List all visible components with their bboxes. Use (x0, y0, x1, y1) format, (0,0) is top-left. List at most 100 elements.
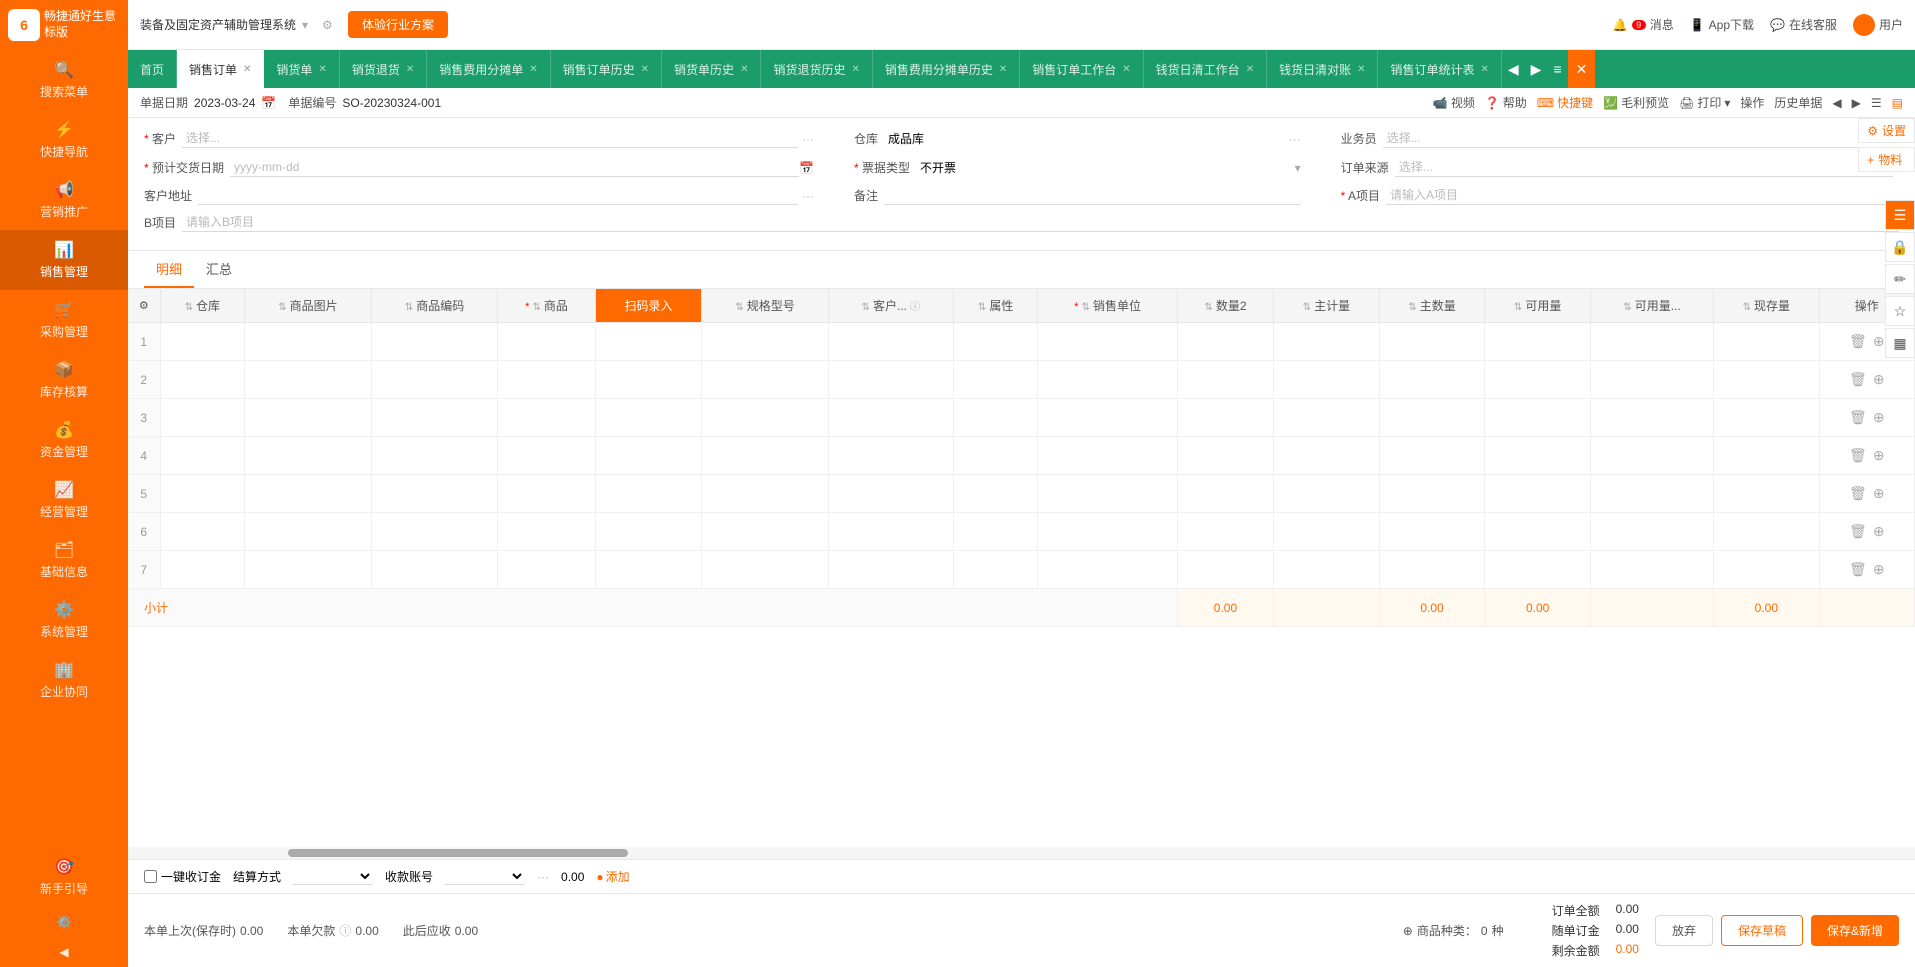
tab-cashier-daily[interactable]: 钱货日清工作台 ✕ (1144, 50, 1267, 88)
table-cell[interactable] (1177, 361, 1273, 399)
table-cell[interactable] (1038, 399, 1177, 437)
float-settings-btn[interactable]: ☰ (1885, 200, 1915, 230)
list-view-btn[interactable]: ☰ (1871, 96, 1882, 110)
settings-quick-btn[interactable]: ⚙ 设置 (1858, 118, 1915, 143)
print-btn[interactable]: 🖨 打印 ▾ (1679, 94, 1730, 111)
table-cell[interactable] (245, 551, 372, 589)
table-cell[interactable] (1177, 399, 1273, 437)
table-cell[interactable] (1038, 513, 1177, 551)
table-cell[interactable] (595, 513, 702, 551)
table-cell[interactable] (371, 399, 498, 437)
delete-btn[interactable]: 🗑 (1846, 409, 1870, 425)
tab-next-btn[interactable]: ▶ (1525, 61, 1548, 78)
save-draft-btn[interactable]: 保存草稿 (1721, 915, 1803, 946)
sidebar-item-operations[interactable]: 📈 经营管理 (0, 470, 128, 530)
tab-sales-refund[interactable]: 销货退货 ✕ (340, 50, 427, 88)
table-cell[interactable] (1590, 513, 1713, 551)
sidebar-item-finance[interactable]: 💰 资金管理 (0, 410, 128, 470)
table-cell[interactable] (498, 437, 595, 475)
sidebar-item-quicknav[interactable]: ⚡ 快捷导航 (0, 110, 128, 170)
delivery-date-input[interactable] (230, 158, 799, 177)
table-cell[interactable] (1177, 323, 1273, 361)
table-cell[interactable] (953, 551, 1038, 589)
table-cell[interactable] (953, 323, 1038, 361)
table-cell[interactable] (1038, 551, 1177, 589)
table-cell[interactable] (1590, 551, 1713, 589)
table-cell[interactable] (1274, 323, 1380, 361)
calendar-icon[interactable]: 📅 (261, 96, 276, 110)
table-cell[interactable] (595, 475, 702, 513)
table-cell[interactable] (1485, 361, 1591, 399)
table-cell[interactable] (1379, 513, 1485, 551)
table-cell[interactable] (595, 361, 702, 399)
copy-btn[interactable]: ⊕ (1870, 371, 1888, 387)
tab-close[interactable]: ✕ (740, 64, 748, 75)
order-source-input[interactable] (1395, 158, 1893, 177)
col-settings[interactable]: ⚙ (128, 289, 160, 323)
tab-close[interactable]: ✕ (641, 64, 649, 75)
table-cell[interactable] (1379, 399, 1485, 437)
table-cell[interactable] (160, 551, 245, 589)
table-cell[interactable] (1485, 399, 1591, 437)
delete-btn[interactable]: 🗑 (1846, 485, 1870, 501)
table-cell[interactable] (1379, 551, 1485, 589)
table-cell[interactable] (371, 475, 498, 513)
online-support-item[interactable]: 💬 在线客服 (1770, 16, 1837, 33)
next-record-btn[interactable]: ▶ (1852, 96, 1861, 110)
table-cell[interactable] (595, 551, 702, 589)
table-cell[interactable] (245, 475, 372, 513)
sidebar-item-baseinfo[interactable]: 🗂 基础信息 (0, 530, 128, 590)
salesperson-input[interactable] (1383, 129, 1883, 148)
sidebar-item-inventory[interactable]: 📦 库存核算 (0, 350, 128, 410)
customer-expand-icon[interactable]: ··· (802, 132, 814, 146)
table-wrapper[interactable]: ⚙ ⇅ 仓库 ⇅ 商品图片 ⇅ 商品编码 ⇅ 商品 扫码录入 ⇅ 规格型号 ⇅ … (128, 289, 1915, 847)
table-cell[interactable] (1177, 437, 1273, 475)
tab-close[interactable]: ✕ (1481, 64, 1489, 75)
sidebar-item-sales[interactable]: 📊 销售管理 (0, 230, 128, 290)
b-project-input[interactable] (182, 213, 1899, 232)
table-cell[interactable] (828, 361, 953, 399)
delete-btn[interactable]: 🗑 (1846, 561, 1870, 577)
table-cell[interactable] (1177, 475, 1273, 513)
table-cell[interactable] (245, 437, 372, 475)
help-btn[interactable]: ❓ 帮助 (1485, 94, 1527, 111)
tab-close[interactable]: ✕ (851, 64, 859, 75)
table-cell[interactable] (1714, 437, 1820, 475)
print-dropdown-icon[interactable]: ▾ (1724, 96, 1730, 110)
table-cell[interactable] (1038, 361, 1177, 399)
a-project-input[interactable] (1386, 186, 1899, 205)
calendar-icon2[interactable]: 📅 (799, 161, 814, 175)
table-cell[interactable] (1274, 361, 1380, 399)
table-cell[interactable] (1590, 323, 1713, 361)
app-download-item[interactable]: 📱 App下载 (1690, 16, 1754, 33)
tab-sales-stats[interactable]: 销售订单统计表 ✕ (1378, 50, 1501, 88)
table-cell[interactable] (702, 513, 829, 551)
table-cell[interactable] (1274, 513, 1380, 551)
tab-sales-expense-split[interactable]: 销售费用分摊单 ✕ (427, 50, 550, 88)
tab-summary[interactable]: 汇总 (194, 251, 244, 288)
table-cell[interactable] (498, 361, 595, 399)
tab-sales-order-close[interactable]: ✕ (243, 64, 251, 75)
add-col-btn[interactable]: + 物料 (1858, 147, 1915, 172)
table-cell[interactable] (828, 399, 953, 437)
table-cell[interactable] (1274, 399, 1380, 437)
table-cell[interactable] (702, 361, 829, 399)
copy-btn[interactable]: ⊕ (1870, 485, 1888, 501)
receipt-dots[interactable]: ··· (537, 870, 549, 884)
table-cell[interactable] (245, 513, 372, 551)
tab-close[interactable]: ✕ (999, 64, 1007, 75)
float-star-btn[interactable]: ☆ (1885, 296, 1915, 326)
prev-record-btn[interactable]: ◀ (1832, 96, 1841, 110)
table-cell[interactable] (1485, 513, 1591, 551)
table-cell[interactable] (160, 437, 245, 475)
table-cell[interactable] (1590, 399, 1713, 437)
col-scan[interactable]: 扫码录入 (595, 289, 702, 323)
table-cell[interactable] (1714, 475, 1820, 513)
copy-btn[interactable]: ⊕ (1870, 561, 1888, 577)
settings-icon[interactable]: ⚙ (322, 18, 333, 32)
tab-close[interactable]: ✕ (1357, 64, 1365, 75)
table-cell[interactable] (1714, 513, 1820, 551)
tab-cashier-account[interactable]: 钱货日清对账 ✕ (1267, 50, 1378, 88)
table-cell[interactable] (371, 437, 498, 475)
scrollbar-row[interactable] (128, 847, 1915, 859)
